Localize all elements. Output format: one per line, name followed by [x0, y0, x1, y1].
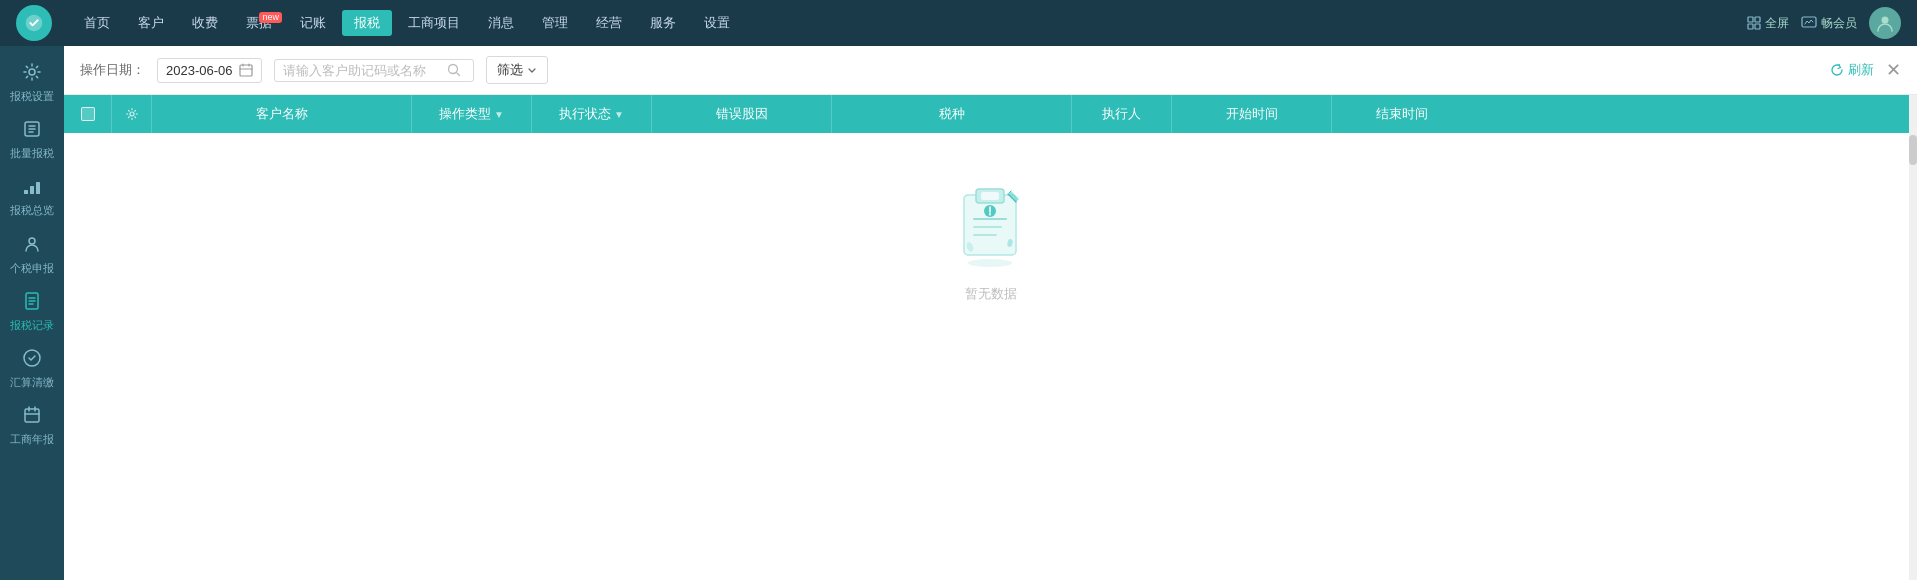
sidebar-label-tax-records: 报税记录	[10, 319, 54, 332]
empty-illustration	[946, 173, 1036, 273]
batch-tax-icon	[22, 119, 42, 144]
member-button[interactable]: 畅会员	[1801, 15, 1857, 32]
date-picker[interactable]: 2023-06-06	[157, 58, 262, 83]
sidebar-item-batch-tax[interactable]: 批量报税	[0, 111, 64, 168]
svg-rect-1	[1755, 17, 1760, 22]
refresh-button[interactable]: 刷新	[1830, 61, 1874, 79]
th-client-name: 客户名称	[152, 95, 412, 133]
nav-message[interactable]: 消息	[476, 10, 526, 36]
empty-state: 暂无数据	[64, 133, 1917, 343]
sidebar-item-tax-overview[interactable]: 报税总览	[0, 168, 64, 225]
nav-client[interactable]: 客户	[126, 10, 176, 36]
gear-icon	[125, 107, 139, 121]
svg-rect-20	[981, 192, 999, 200]
search-input[interactable]	[283, 63, 443, 78]
sidebar-item-tax-records[interactable]: 报税记录	[0, 283, 64, 340]
personal-tax-icon	[22, 234, 42, 259]
close-button[interactable]: ✕	[1886, 59, 1901, 81]
sidebar-label-batch-tax: 批量报税	[10, 147, 54, 160]
svg-point-11	[29, 238, 35, 244]
toolbar-right: 刷新 ✕	[1830, 59, 1901, 81]
avatar[interactable]	[1869, 7, 1901, 39]
nav-service[interactable]: 服务	[638, 10, 688, 36]
annual-report-icon	[22, 405, 42, 430]
svg-rect-14	[25, 409, 39, 422]
nav-tax[interactable]: 报税	[342, 10, 392, 36]
header-checkbox[interactable]	[81, 107, 95, 121]
th-exec-status: 执行状态 ▼	[532, 95, 652, 133]
svg-point-16	[448, 65, 457, 74]
svg-rect-15	[240, 65, 252, 76]
new-badge: new	[259, 12, 282, 23]
sidebar-label-settlement: 汇算清缴	[10, 376, 54, 389]
refresh-icon	[1830, 63, 1844, 77]
th-tax-type: 税种	[832, 95, 1072, 133]
nav-business[interactable]: 工商项目	[396, 10, 472, 36]
sidebar-label-tax-settings: 报税设置	[10, 90, 54, 103]
th-start-time: 开始时间	[1172, 95, 1332, 133]
nav-settings[interactable]: 设置	[692, 10, 742, 36]
main-layout: 报税设置 批量报税 报税总览	[0, 46, 1917, 580]
date-value: 2023-06-06	[166, 63, 233, 78]
top-nav-right: 全屏 畅会员	[1747, 7, 1901, 39]
svg-rect-10	[36, 182, 40, 194]
nav-home[interactable]: 首页	[72, 10, 122, 36]
settings-icon	[22, 62, 42, 87]
svg-point-5	[1882, 17, 1889, 24]
tax-records-icon	[22, 291, 42, 316]
sidebar-item-annual-report[interactable]: 工商年报	[0, 397, 64, 454]
svg-rect-3	[1755, 24, 1760, 29]
svg-rect-2	[1748, 24, 1753, 29]
chevron-down-icon	[527, 65, 537, 75]
content-area: 操作日期： 2023-06-06 筛选	[64, 46, 1917, 580]
scrollbar-thumb[interactable]	[1909, 135, 1917, 165]
sidebar-item-settlement[interactable]: 汇算清缴	[0, 340, 64, 397]
nav-bookkeeping[interactable]: 记账	[288, 10, 338, 36]
svg-rect-8	[24, 190, 28, 194]
top-nav: 首页 客户 收费 票据 new 记账 报税 工商项目 消息 管理 经营 服务 设…	[0, 0, 1917, 46]
nav-manage[interactable]: 管理	[530, 10, 580, 36]
sort-icon-2: ▼	[614, 109, 624, 120]
th-checkbox[interactable]	[64, 95, 112, 133]
svg-rect-9	[30, 186, 34, 194]
sidebar-item-personal-tax[interactable]: 个税申报	[0, 226, 64, 283]
sidebar: 报税设置 批量报税 报税总览	[0, 46, 64, 580]
nav-operation[interactable]: 经营	[584, 10, 634, 36]
nav-billing[interactable]: 收费	[180, 10, 230, 36]
svg-point-25	[968, 259, 1012, 267]
th-op-type: 操作类型 ▼	[412, 95, 532, 133]
tax-overview-icon	[22, 176, 42, 201]
th-executor: 执行人	[1072, 95, 1172, 133]
th-end-time: 结束时间	[1332, 95, 1472, 133]
table-container: 客户名称 操作类型 ▼ 执行状态 ▼ 错误股因 税种 执行人 开始时间 结束时间	[64, 95, 1917, 580]
toolbar: 操作日期： 2023-06-06 筛选	[64, 46, 1917, 95]
sidebar-item-tax-settings[interactable]: 报税设置	[0, 54, 64, 111]
filter-button[interactable]: 筛选	[486, 56, 548, 84]
svg-rect-0	[1748, 17, 1753, 22]
th-error-reason: 错误股因	[652, 95, 832, 133]
svg-point-17	[130, 112, 134, 116]
settlement-icon	[22, 348, 42, 373]
search-box[interactable]	[274, 59, 474, 82]
svg-point-6	[29, 69, 35, 75]
sidebar-label-annual-report: 工商年报	[10, 433, 54, 446]
sidebar-label-personal-tax: 个税申报	[10, 262, 54, 275]
logo[interactable]	[16, 5, 52, 41]
sidebar-label-tax-overview: 报税总览	[10, 204, 54, 217]
nav-invoice[interactable]: 票据 new	[234, 10, 284, 36]
search-icon	[447, 63, 461, 77]
sort-icon: ▼	[494, 109, 504, 120]
svg-rect-4	[1802, 17, 1816, 27]
fullscreen-button[interactable]: 全屏	[1747, 15, 1789, 32]
table-header: 客户名称 操作类型 ▼ 执行状态 ▼ 错误股因 税种 执行人 开始时间 结束时间	[64, 95, 1917, 133]
empty-text: 暂无数据	[965, 285, 1017, 303]
nav-items: 首页 客户 收费 票据 new 记账 报税 工商项目 消息 管理 经营 服务 设…	[72, 10, 1747, 36]
scrollbar-track[interactable]	[1909, 95, 1917, 580]
th-settings[interactable]	[112, 95, 152, 133]
date-label: 操作日期：	[80, 61, 145, 79]
